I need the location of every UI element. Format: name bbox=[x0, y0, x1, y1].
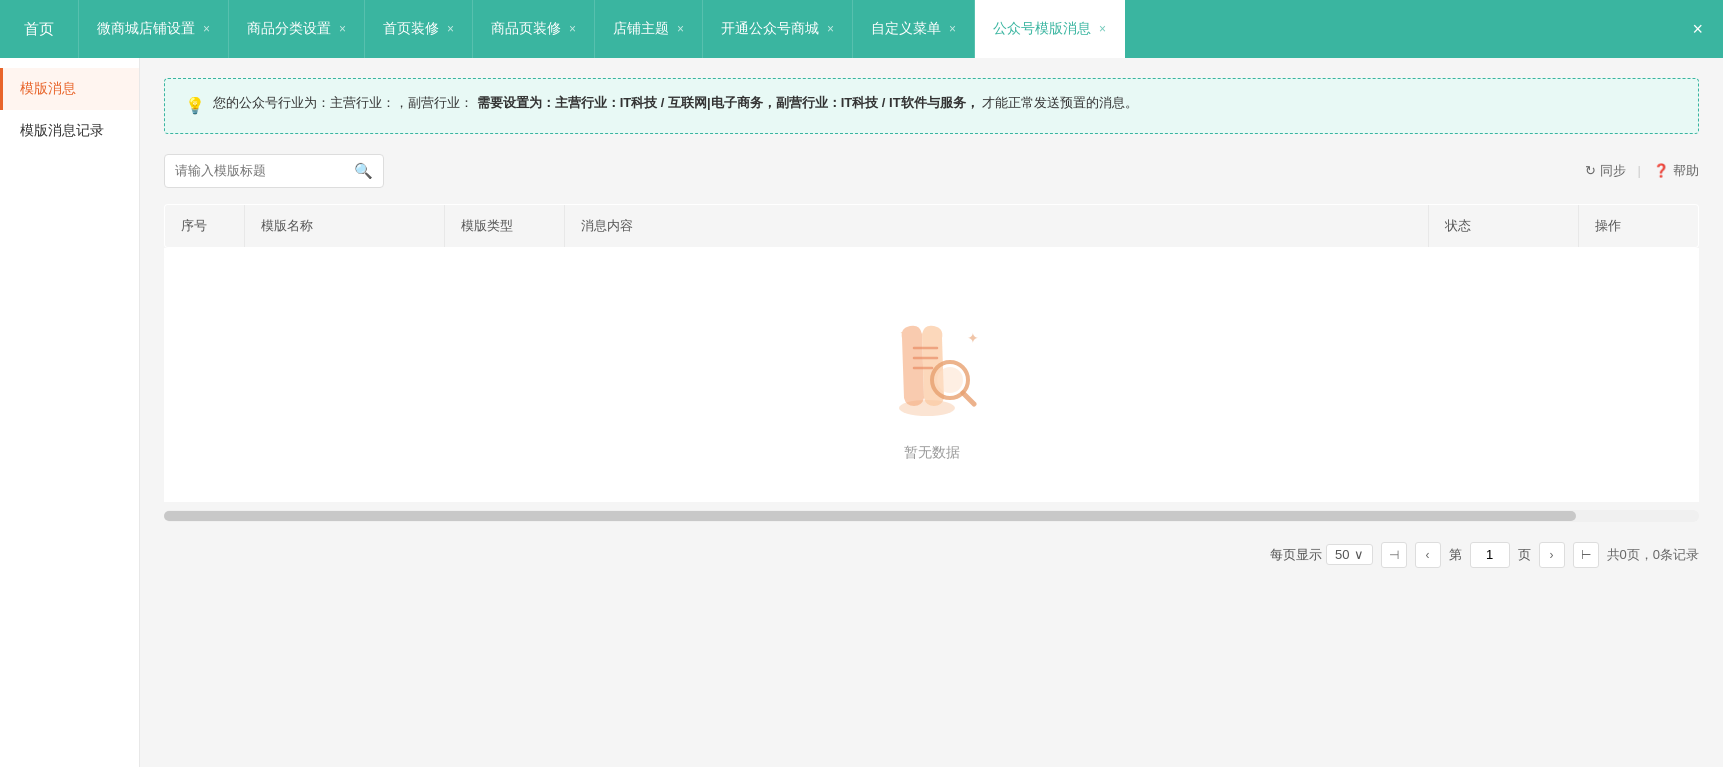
scrollbar-thumb[interactable] bbox=[164, 511, 1576, 521]
sidebar: 模版消息 模版消息记录 bbox=[0, 58, 140, 767]
sync-button[interactable]: ↻ 同步 bbox=[1585, 162, 1626, 180]
nav-tab-open-wechat-mall-close[interactable]: × bbox=[827, 22, 834, 36]
nav-close-all-button[interactable]: × bbox=[1672, 19, 1723, 40]
help-button[interactable]: ❓ 帮助 bbox=[1653, 162, 1699, 180]
col-name: 模版名称 bbox=[245, 204, 445, 247]
nav-tab-custom-menu-close[interactable]: × bbox=[949, 22, 956, 36]
svg-text:·: · bbox=[900, 327, 903, 338]
nav-tab-shop-theme-close[interactable]: × bbox=[677, 22, 684, 36]
nav-tab-homepage-decor-close[interactable]: × bbox=[447, 22, 454, 36]
page-unit: 页 bbox=[1518, 546, 1531, 564]
nav-tab-homepage-decor[interactable]: 首页装修 × bbox=[365, 0, 473, 58]
notice-box: 💡 您的公众号行业为：主营行业：，副营行业： 需要设置为：主营行业：IT科技 /… bbox=[164, 78, 1699, 134]
toolbar-divider: | bbox=[1638, 163, 1641, 178]
nav-tab-product-category-label: 商品分类设置 bbox=[247, 20, 331, 38]
nav-tab-product-page-decor[interactable]: 商品页装修 × bbox=[473, 0, 595, 58]
empty-state: ✦ · 暂无数据 bbox=[164, 248, 1699, 502]
search-bar: 🔍 ↻ 同步 | ❓ 帮助 bbox=[164, 154, 1699, 188]
nav-tab-open-wechat-mall-label: 开通公众号商城 bbox=[721, 20, 819, 38]
nav-tab-weshop-close[interactable]: × bbox=[203, 22, 210, 36]
col-action: 操作 bbox=[1579, 204, 1699, 247]
total-info: 共0页，0条记录 bbox=[1607, 546, 1699, 564]
nav-tab-template-msg-label: 公众号模版消息 bbox=[993, 20, 1091, 38]
prev-page-button[interactable]: ‹ bbox=[1415, 542, 1441, 568]
nav-tab-shop-theme[interactable]: 店铺主题 × bbox=[595, 0, 703, 58]
notice-prefix: 您的公众号行业为：主营行业：，副营行业： bbox=[213, 95, 473, 110]
nav-tab-weshop[interactable]: 微商城店铺设置 × bbox=[79, 0, 229, 58]
nav-tab-template-msg-close[interactable]: × bbox=[1099, 22, 1106, 36]
nav-tab-homepage-decor-label: 首页装修 bbox=[383, 20, 439, 38]
svg-text:✦: ✦ bbox=[967, 330, 979, 346]
notice-highlight: 需要设置为：主营行业：IT科技 / 互联网|电子商务，副营行业：IT科技 / I… bbox=[477, 95, 979, 110]
table-header-row: 序号 模版名称 模版类型 消息内容 状态 操作 bbox=[165, 204, 1699, 247]
nav-tab-home-label: 首页 bbox=[24, 20, 54, 39]
sidebar-item-template-msg-log-label: 模版消息记录 bbox=[20, 122, 104, 138]
next-page-button[interactable]: › bbox=[1539, 542, 1565, 568]
nav-tab-product-page-decor-label: 商品页装修 bbox=[491, 20, 561, 38]
notice-text: 您的公众号行业为：主营行业：，副营行业： 需要设置为：主营行业：IT科技 / 互… bbox=[213, 93, 1138, 114]
nav-tab-product-category-close[interactable]: × bbox=[339, 22, 346, 36]
first-page-button[interactable]: ⊣ bbox=[1381, 542, 1407, 568]
sync-label: 同步 bbox=[1600, 162, 1626, 180]
nav-tab-weshop-label: 微商城店铺设置 bbox=[97, 20, 195, 38]
sync-icon: ↻ bbox=[1585, 163, 1596, 178]
search-input[interactable] bbox=[175, 163, 354, 178]
svg-line-6 bbox=[963, 393, 974, 404]
col-content: 消息内容 bbox=[565, 204, 1429, 247]
toolbar-right: ↻ 同步 | ❓ 帮助 bbox=[1585, 162, 1699, 180]
search-input-wrapper: 🔍 bbox=[164, 154, 384, 188]
main-layout: 模版消息 模版消息记录 💡 您的公众号行业为：主营行业：，副营行业： 需要设置为… bbox=[0, 58, 1723, 767]
page-size-value: 50 bbox=[1335, 547, 1349, 562]
notice-suffix: 才能正常发送预置的消息。 bbox=[982, 95, 1138, 110]
svg-point-5 bbox=[937, 367, 963, 393]
sidebar-item-template-msg-log[interactable]: 模版消息记录 bbox=[0, 110, 139, 152]
nav-tab-open-wechat-mall[interactable]: 开通公众号商城 × bbox=[703, 0, 853, 58]
current-page-input[interactable] bbox=[1470, 542, 1510, 568]
search-icon[interactable]: 🔍 bbox=[354, 162, 373, 180]
nav-tab-template-msg[interactable]: 公众号模版消息 × bbox=[975, 0, 1125, 58]
help-icon: ❓ bbox=[1653, 163, 1669, 178]
nav-tab-shop-theme-label: 店铺主题 bbox=[613, 20, 669, 38]
sidebar-item-template-msg-label: 模版消息 bbox=[20, 80, 76, 96]
nav-tab-custom-menu[interactable]: 自定义菜单 × bbox=[853, 0, 975, 58]
nav-tab-product-category[interactable]: 商品分类设置 × bbox=[229, 0, 365, 58]
nav-tab-custom-menu-label: 自定义菜单 bbox=[871, 20, 941, 38]
col-index: 序号 bbox=[165, 204, 245, 247]
empty-text: 暂无数据 bbox=[904, 444, 960, 462]
page-size-chevron-icon: ∨ bbox=[1354, 547, 1364, 562]
page-size-label: 每页显示 bbox=[1270, 546, 1322, 564]
col-status: 状态 bbox=[1429, 204, 1579, 247]
page-size-select: 每页显示 50 ∨ bbox=[1270, 544, 1372, 565]
last-page-button[interactable]: ⊢ bbox=[1573, 542, 1599, 568]
notice-icon: 💡 bbox=[185, 93, 205, 119]
help-label: 帮助 bbox=[1673, 162, 1699, 180]
page-size-dropdown[interactable]: 50 ∨ bbox=[1326, 544, 1372, 565]
page-prefix: 第 bbox=[1449, 546, 1462, 564]
col-type: 模版类型 bbox=[445, 204, 565, 247]
nav-tab-product-page-decor-close[interactable]: × bbox=[569, 22, 576, 36]
top-navigation: 首页 微商城店铺设置 × 商品分类设置 × 首页装修 × 商品页装修 × 店铺主… bbox=[0, 0, 1723, 58]
empty-illustration: ✦ · bbox=[872, 308, 992, 428]
main-content: 💡 您的公众号行业为：主营行业：，副营行业： 需要设置为：主营行业：IT科技 /… bbox=[140, 58, 1723, 767]
pagination: 每页显示 50 ∨ ⊣ ‹ 第 页 › ⊢ 共0页，0条记录 bbox=[164, 530, 1699, 572]
scrollbar-area[interactable] bbox=[164, 510, 1699, 522]
sidebar-item-template-msg[interactable]: 模版消息 bbox=[0, 68, 139, 110]
data-table: 序号 模版名称 模版类型 消息内容 状态 操作 bbox=[164, 204, 1699, 248]
nav-tab-home[interactable]: 首页 bbox=[0, 0, 79, 58]
